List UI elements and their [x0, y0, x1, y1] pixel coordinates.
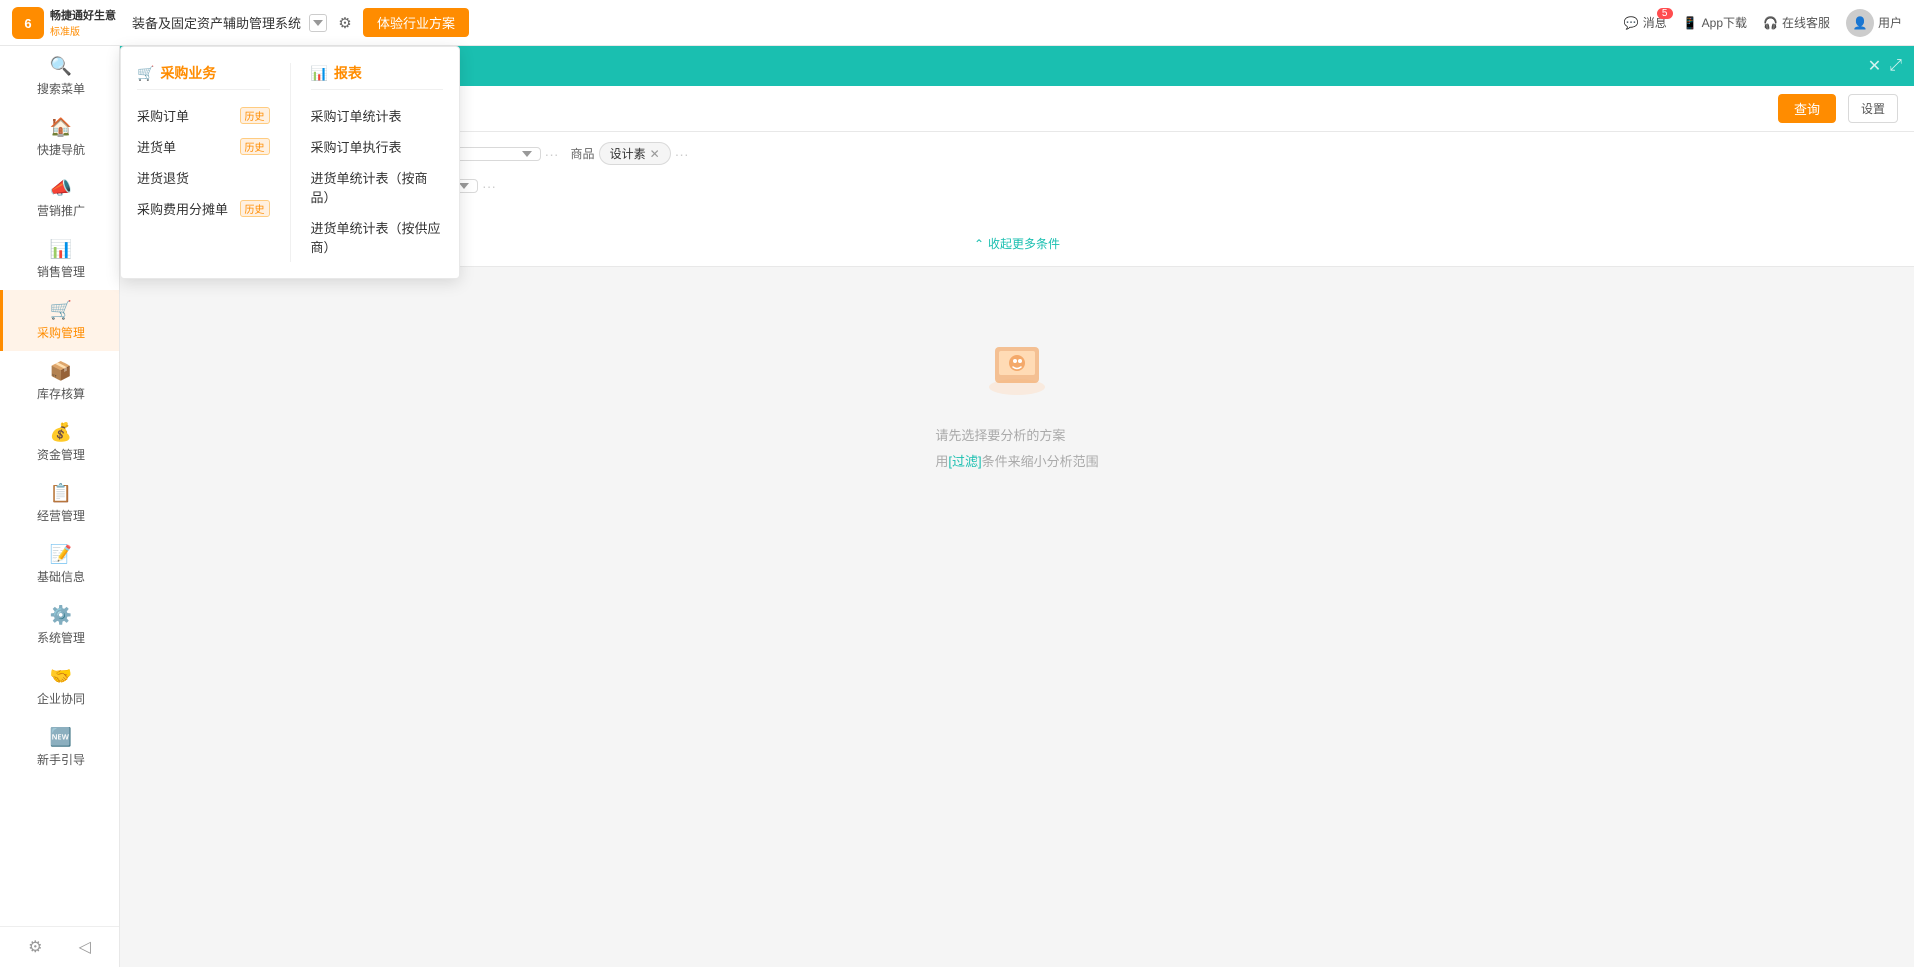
industry-btn[interactable]: 体验行业方案 — [363, 8, 469, 37]
tab-right-actions: ✕ ⤢ — [1868, 56, 1914, 76]
logo-icon: 6 — [12, 7, 44, 39]
gear-icon: ⚙️ — [50, 605, 72, 626]
report-col-icon: 📊 — [311, 65, 328, 82]
purchase-dropdown-menu: 🛒 采购业务 采购订单 历史 进货单 历史 进货退货 采购费用分摊单 历史 — [120, 46, 460, 279]
dropdown-item-purchase-expense[interactable]: 采购费用分摊单 历史 — [137, 193, 270, 224]
dropdown-item-order-stats[interactable]: 采购订单统计表 — [311, 100, 444, 131]
report-col: 📊 报表 采购订单统计表 采购订单执行表 进货单统计表（按商品） 进货单统计表（… — [311, 63, 444, 262]
product-label: 商品 — [571, 145, 595, 162]
headset-icon: 🎧 — [1763, 16, 1778, 30]
svg-text:6: 6 — [24, 16, 31, 31]
logo-edition: 标准版 — [50, 23, 116, 38]
collapse-btn[interactable]: ⌃ 收起更多条件 — [966, 231, 1068, 256]
app-download-btn[interactable]: 📱 App下载 — [1683, 14, 1747, 31]
logo-text-block: 畅捷通好生意 标准版 — [50, 7, 116, 38]
dropdown-item-purchase-order[interactable]: 采购订单 历史 — [137, 100, 270, 131]
settings-btn-toolbar[interactable]: 设置 — [1848, 94, 1898, 123]
dropdown-item-goods-return[interactable]: 进货退货 — [137, 162, 270, 193]
message-icon: 💬 — [1624, 16, 1639, 30]
notepad-icon: 📝 — [50, 544, 72, 565]
purchase-col-icon: 🛒 — [137, 65, 154, 82]
online-service-btn[interactable]: 🎧 在线客服 — [1763, 14, 1830, 31]
sidebar-item-sales[interactable]: 📊 销售管理 — [0, 229, 119, 290]
clipboard-icon: 📋 — [50, 483, 72, 504]
settings-icon[interactable]: ⚙ — [335, 13, 355, 33]
col-divider — [290, 63, 291, 262]
collapse-icon[interactable]: ◁ — [79, 937, 91, 957]
sidebar-item-enterprise[interactable]: 🤝 企业协同 — [0, 656, 119, 717]
logo-brand: 畅捷通好生意 — [50, 7, 116, 23]
phone-icon: 📱 — [1683, 16, 1698, 30]
dropdown-item-receipt-stats-supplier[interactable]: 进货单统计表（按供应商） — [311, 212, 444, 262]
report-col-title: 📊 报表 — [311, 63, 444, 90]
user-menu-btn[interactable]: 👤 用户 — [1846, 9, 1902, 37]
query-btn[interactable]: 查询 — [1778, 94, 1836, 123]
dropdown-item-order-exec[interactable]: 采购订单执行表 — [311, 131, 444, 162]
sidebar-item-search[interactable]: 🔍 搜索菜单 — [0, 46, 119, 107]
hist-badge-1: 历史 — [240, 138, 270, 155]
salesperson-more-icon[interactable]: ··· — [482, 178, 496, 194]
tab-close-all-icon[interactable]: ✕ — [1868, 56, 1881, 76]
product-tags: 设计素 ✕ — [599, 142, 671, 165]
hist-badge-3: 历史 — [240, 200, 270, 217]
notification-badge: 5 — [1657, 8, 1673, 19]
product-tag[interactable]: 设计素 ✕ — [599, 142, 671, 165]
empty-hint-1: 请先选择要分析的方案 用[过滤]条件来缩小分析范围 — [935, 423, 1098, 475]
search-icon: 🔍 — [50, 56, 72, 77]
sidebar-item-system[interactable]: ⚙️ 系统管理 — [0, 595, 119, 656]
header-right: 💬 消息 5 📱 App下载 🎧 在线客服 👤 用户 — [1624, 9, 1902, 37]
product-tag-close-icon[interactable]: ✕ — [650, 147, 660, 161]
empty-state: 请先选择要分析的方案 用[过滤]条件来缩小分析范围 — [120, 267, 1914, 535]
home-icon: 🏠 — [50, 117, 72, 138]
sidebar-item-purchase[interactable]: 🛒 采购管理 — [0, 290, 119, 351]
settings-bottom-icon[interactable]: ⚙ — [28, 937, 42, 957]
sidebar-item-marketing[interactable]: 📣 营销推广 — [0, 168, 119, 229]
chart-icon: 📊 — [50, 239, 72, 260]
chevron-up-icon: ⌃ — [974, 237, 984, 251]
money-icon: 💰 — [50, 422, 72, 443]
sidebar-item-inventory[interactable]: 📦 库存核算 — [0, 351, 119, 412]
title-dropdown-btn[interactable] — [309, 14, 327, 32]
product-more-icon[interactable]: ··· — [675, 146, 689, 162]
sidebar-bottom: ⚙ ◁ — [0, 926, 119, 967]
new-icon: 🆕 — [50, 727, 72, 748]
status-more-icon[interactable]: ··· — [545, 146, 559, 162]
box-icon: 📦 — [50, 361, 72, 382]
sidebar-item-operations[interactable]: 📋 经营管理 — [0, 473, 119, 534]
sidebar: 🔍 搜索菜单 🏠 快捷导航 📣 营销推广 📊 销售管理 🛒 采购管理 📦 库存核… — [0, 46, 120, 967]
handshake-icon: 🤝 — [50, 666, 72, 687]
hist-badge-0: 历史 — [240, 107, 270, 124]
product-filter: 商品 设计素 ✕ ··· — [571, 142, 689, 165]
sidebar-item-basic-info[interactable]: 📝 基础信息 — [0, 534, 119, 595]
purchase-col-title: 🛒 采购业务 — [137, 63, 270, 90]
dropdown-item-goods-receipt[interactable]: 进货单 历史 — [137, 131, 270, 162]
megaphone-icon: 📣 — [50, 178, 72, 199]
logo-area: 6 畅捷通好生意 标准版 — [12, 7, 132, 39]
dropdown-item-receipt-stats-product[interactable]: 进货单统计表（按商品） — [311, 162, 444, 212]
notification-btn[interactable]: 💬 消息 5 — [1624, 14, 1667, 31]
cart-icon: 🛒 — [50, 300, 72, 321]
empty-illustration — [977, 327, 1057, 407]
system-title: 装备及固定资产辅助管理系统 — [132, 13, 301, 32]
top-header: 6 畅捷通好生意 标准版 装备及固定资产辅助管理系统 ⚙ 体验行业方案 💬 消息… — [0, 0, 1914, 46]
sidebar-item-quick-nav[interactable]: 🏠 快捷导航 — [0, 107, 119, 168]
purchase-col: 🛒 采购业务 采购订单 历史 进货单 历史 进货退货 采购费用分摊单 历史 — [137, 63, 270, 262]
sidebar-item-guide[interactable]: 🆕 新手引导 — [0, 717, 119, 778]
avatar: 👤 — [1846, 9, 1874, 37]
sidebar-item-finance[interactable]: 💰 资金管理 — [0, 412, 119, 473]
tab-expand-icon[interactable]: ⤢ — [1889, 57, 1902, 75]
